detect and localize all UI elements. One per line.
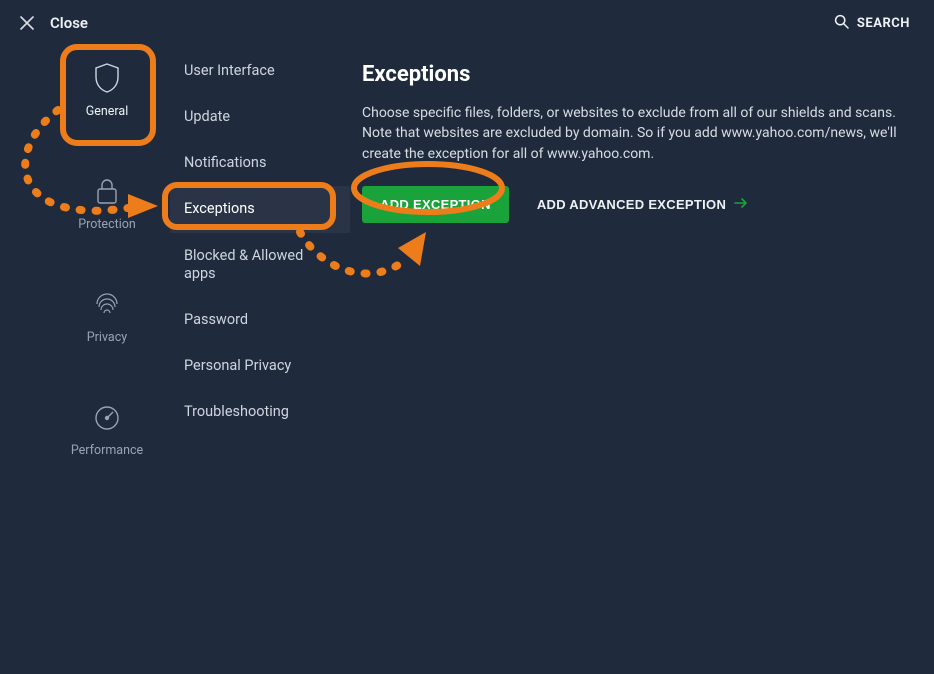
add-advanced-label: ADD ADVANCED EXCEPTION [537, 197, 726, 212]
fingerprint-icon [92, 290, 122, 324]
arrow-right-icon [734, 197, 748, 212]
close-icon[interactable] [18, 14, 36, 32]
gauge-icon [92, 403, 122, 437]
shield-icon [93, 62, 121, 98]
submenu-item-exceptions[interactable]: Exceptions [170, 186, 350, 232]
submenu-item-ui[interactable]: User Interface [170, 48, 350, 94]
action-row: ADD EXCEPTION ADD ADVANCED EXCEPTION [362, 186, 906, 223]
main-content: Exceptions Choose specific files, folder… [362, 62, 906, 223]
page-title: Exceptions [362, 62, 906, 87]
sidebar-item-performance[interactable]: Performance [60, 389, 154, 468]
submenu: User Interface Update Notifications Exce… [170, 48, 350, 435]
rail-label-privacy: Privacy [87, 330, 127, 345]
sidebar-item-privacy[interactable]: Privacy [60, 276, 154, 355]
sidebar-rail: General Protection Priva [60, 48, 154, 468]
submenu-item-personal[interactable]: Personal Privacy [170, 343, 350, 389]
search-button[interactable]: SEARCH [834, 14, 910, 33]
app-window: Close SEARCH General [0, 0, 934, 674]
submenu-item-notifications[interactable]: Notifications [170, 140, 350, 186]
close-label[interactable]: Close [50, 14, 88, 32]
sidebar-item-protection[interactable]: Protection [60, 163, 154, 242]
submenu-item-update[interactable]: Update [170, 94, 350, 140]
submenu-item-password[interactable]: Password [170, 297, 350, 343]
sidebar-item-general[interactable]: General [60, 48, 154, 129]
lock-icon [94, 177, 120, 211]
page-description: Choose specific files, folders, or websi… [362, 103, 906, 164]
add-advanced-exception-button[interactable]: ADD ADVANCED EXCEPTION [537, 197, 748, 212]
rail-label-protection: Protection [78, 217, 136, 232]
search-icon [834, 14, 849, 33]
submenu-item-blocked[interactable]: Blocked & Allowed apps [170, 233, 350, 297]
rail-label-general: General [86, 104, 129, 119]
rail-label-performance: Performance [71, 443, 143, 458]
add-exception-button[interactable]: ADD EXCEPTION [362, 186, 509, 223]
search-label: SEARCH [857, 16, 910, 31]
topbar-left: Close [18, 14, 88, 32]
topbar: Close SEARCH [0, 0, 934, 46]
submenu-item-troubleshooting[interactable]: Troubleshooting [170, 389, 350, 435]
